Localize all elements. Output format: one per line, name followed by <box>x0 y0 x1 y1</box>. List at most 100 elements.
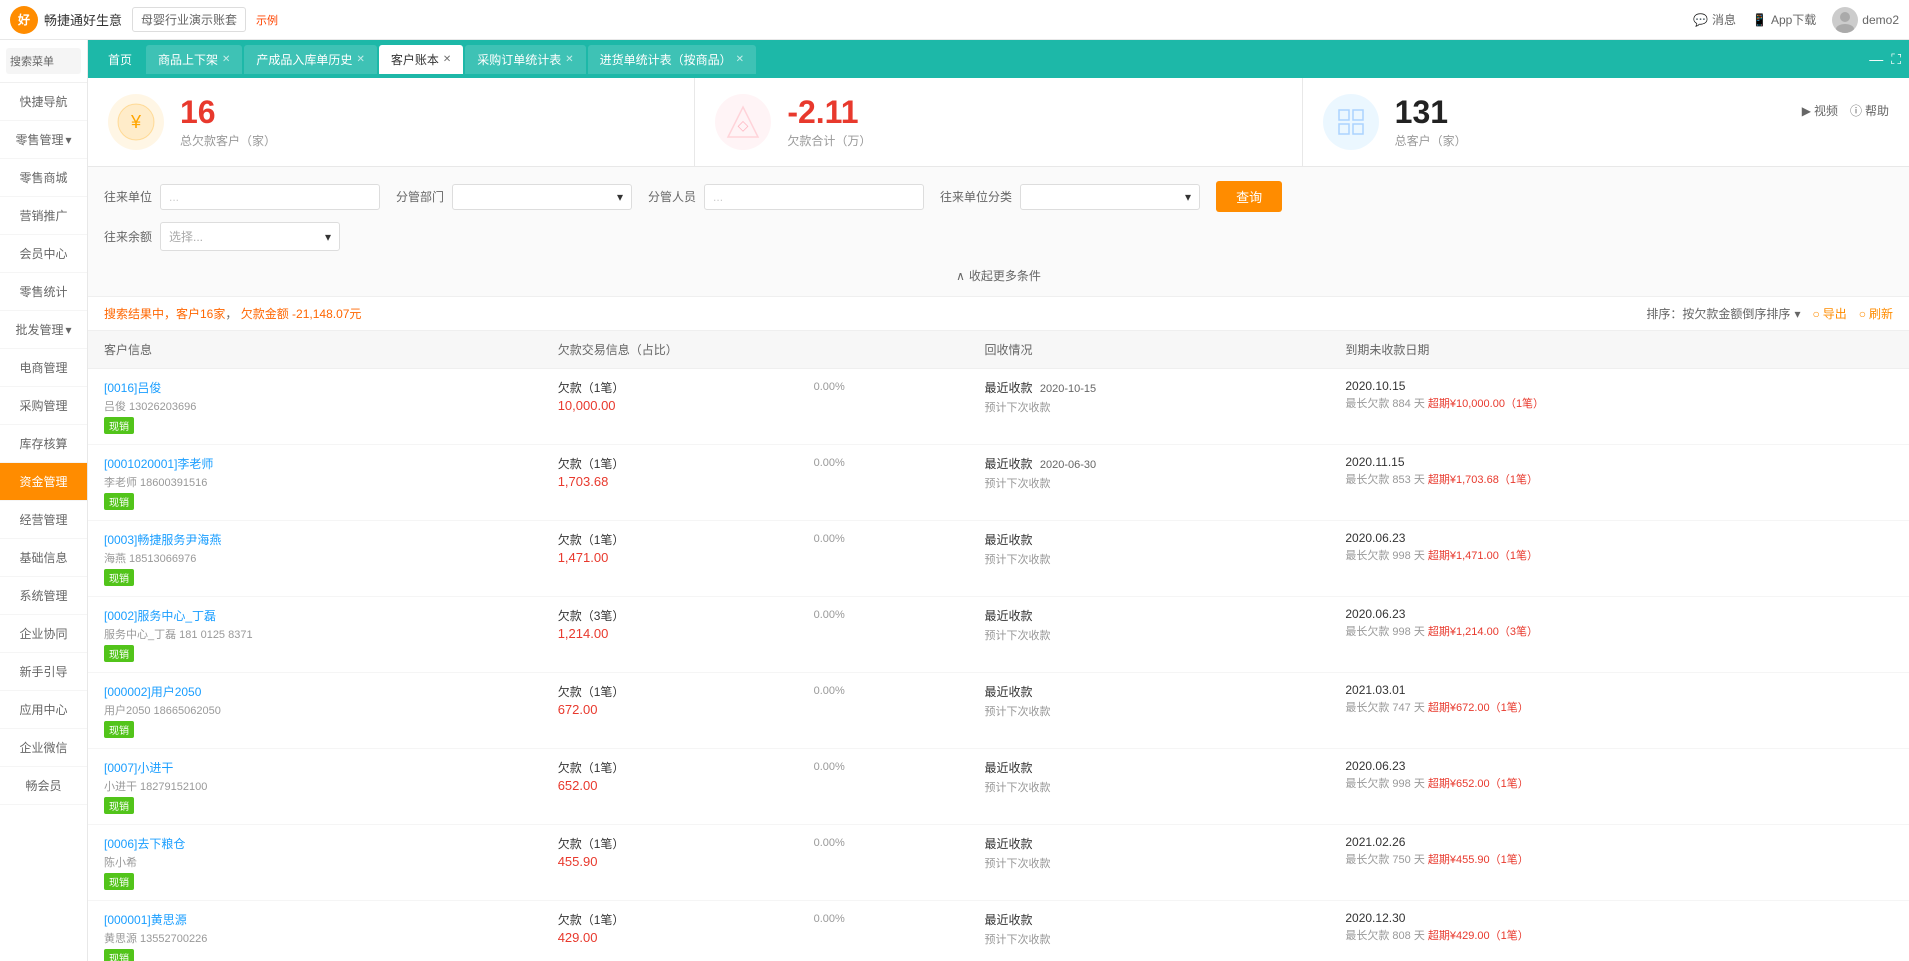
overdue-link-1[interactable]: 超期¥1,703.68（1笔） <box>1428 474 1538 486</box>
customer-tag-3: 现销 <box>104 645 134 662</box>
tab-finished-goods[interactable]: 产成品入库单历史 ✕ <box>244 45 376 74</box>
sidebar-item-retail-stats[interactable]: 零售统计 <box>0 273 87 311</box>
sidebar-item-member-center[interactable]: 会员中心 <box>0 235 87 273</box>
customer-name-link-6[interactable]: [0006]去下粮仓 <box>104 837 185 851</box>
tab-home[interactable]: 首页 <box>96 45 144 74</box>
stat-label-total: 总客户（家） <box>1395 132 1467 149</box>
tab-close-2[interactable]: ✕ <box>356 54 364 65</box>
customer-name-link-0[interactable]: [0016]吕俊 <box>104 381 161 395</box>
debt-amount-2[interactable]: 1,471.00 <box>558 550 774 565</box>
overdue-link-6[interactable]: 超期¥455.90（1笔） <box>1428 854 1529 866</box>
tab-close-4[interactable]: ✕ <box>565 54 573 65</box>
debt-amount-0[interactable]: 10,000.00 <box>558 398 774 413</box>
sidebar-item-wholesale-mgmt[interactable]: 批发管理 ▾ <box>0 311 87 349</box>
cell-recovery-1: 最近收款 2020-06-30 预计下次收款 <box>969 445 1330 521</box>
overdue-link-7[interactable]: 超期¥429.00（1笔） <box>1428 930 1529 942</box>
debt-amount-1[interactable]: 1,703.68 <box>558 474 774 489</box>
customer-name-link-7[interactable]: [000001]黄思源 <box>104 913 187 927</box>
sidebar-search-btn[interactable]: 搜索菜单 <box>6 48 81 74</box>
debt-count-3: 欠款（3笔） <box>558 607 774 624</box>
sort-selector[interactable]: 排序：按欠款金额倒序排序 ▾ <box>1646 305 1800 322</box>
overdue-info-6: 最长欠款 750 天 超期¥455.90（1笔） <box>1345 851 1893 867</box>
customer-name-link-5[interactable]: [0007]小进干 <box>104 761 173 775</box>
help-link[interactable]: ⓘ 帮助 <box>1850 102 1889 119</box>
customer-phone-1: 李老师 18600391516 <box>104 474 526 490</box>
filter-input-unit[interactable]: ... <box>160 184 380 210</box>
debt-pct-0: 0.00% <box>814 381 845 393</box>
filter-input-person[interactable]: ... <box>704 184 924 210</box>
due-date-5: 2020.06.23 <box>1345 759 1893 773</box>
logo-icon: 好 <box>10 6 38 34</box>
tab-purchase-stats[interactable]: 进货单统计表（按商品） ✕ <box>588 45 756 74</box>
message-btn[interactable]: 💬 消息 <box>1693 11 1736 28</box>
customer-name-link-3[interactable]: [0002]服务中心_丁磊 <box>104 609 216 623</box>
customer-name-link-4[interactable]: [000002]用户2050 <box>104 685 201 699</box>
tab-purchase-order[interactable]: 采购订单统计表 ✕ <box>465 45 585 74</box>
video-link[interactable]: ▶ 视频 <box>1802 102 1838 119</box>
chevron-down-balance: ▾ <box>325 230 331 244</box>
chevron-up-icon: ∧ <box>956 269 965 283</box>
due-date-0: 2020.10.15 <box>1345 379 1893 393</box>
debt-amount-3[interactable]: 1,214.00 <box>558 626 774 641</box>
export-btn[interactable]: ○ 导出 <box>1812 305 1846 322</box>
th-debt-info: 欠款交易信息（占比） <box>542 331 969 369</box>
next-collect-0: 预计下次收款 <box>985 399 1314 415</box>
filter-row-2: 往来余额 选择... ▾ <box>104 222 1893 251</box>
tab-product-listing[interactable]: 商品上下架 ✕ <box>146 45 242 74</box>
overdue-link-2[interactable]: 超期¥1,471.00（1笔） <box>1428 550 1538 562</box>
debt-amount-4[interactable]: 672.00 <box>558 702 774 717</box>
sidebar-item-enterprise[interactable]: 企业协同 <box>0 615 87 653</box>
overdue-link-5[interactable]: 超期¥652.00（1笔） <box>1428 778 1529 790</box>
stat-label-total-debt: 欠款合计（万） <box>787 132 871 149</box>
tab-customer-ledger[interactable]: 客户账本 ✕ <box>379 45 463 74</box>
cell-recovery-3: 最近收款 预计下次收款 <box>969 597 1330 673</box>
tab-minimize-btn[interactable]: — <box>1869 51 1883 68</box>
search-button[interactable]: 查询 <box>1216 181 1282 212</box>
collapse-btn[interactable]: ∧ 收起更多条件 <box>104 261 1893 290</box>
tab-close-1[interactable]: ✕ <box>222 54 230 65</box>
sidebar-item-guide[interactable]: 新手引导 <box>0 653 87 691</box>
sidebar-item-purchase-mgmt[interactable]: 采购管理 <box>0 387 87 425</box>
store-selector[interactable]: 母婴行业演示账套 <box>132 7 246 32</box>
sidebar-item-retail-mgmt[interactable]: 零售管理 ▾ <box>0 121 87 159</box>
sidebar-item-basic-info[interactable]: 基础信息 <box>0 539 87 577</box>
overdue-link-4[interactable]: 超期¥672.00（1笔） <box>1428 702 1529 714</box>
demo-link[interactable]: 示例 <box>256 12 278 28</box>
sidebar-item-operations[interactable]: 经营管理 <box>0 501 87 539</box>
cell-debt-info-2: 欠款（1笔） 1,471.00 <box>542 521 790 597</box>
tab-maximize-btn[interactable]: ⛶ <box>1891 51 1901 68</box>
sidebar-item-retail-store[interactable]: 零售商城 <box>0 159 87 197</box>
overdue-link-0[interactable]: 超期¥10,000.00（1笔） <box>1428 398 1544 410</box>
due-date-2: 2020.06.23 <box>1345 531 1893 545</box>
sidebar-item-inventory[interactable]: 库存核算 <box>0 425 87 463</box>
filter-select-balance[interactable]: 选择... ▾ <box>160 222 340 251</box>
sidebar-item-vip[interactable]: 畅会员 <box>0 767 87 805</box>
customer-phone-0: 吕俊 13026203696 <box>104 398 526 414</box>
app-download-btn[interactable]: 📱 App下载 <box>1752 11 1816 28</box>
cell-debt-info-5: 欠款（1笔） 652.00 <box>542 749 790 825</box>
debt-amount-6[interactable]: 455.90 <box>558 854 774 869</box>
sidebar-item-finance[interactable]: 资金管理 <box>0 463 87 501</box>
refresh-btn[interactable]: ○ 刷新 <box>1859 305 1893 322</box>
debt-amount-7[interactable]: 429.00 <box>558 930 774 945</box>
customer-name-link-2[interactable]: [0003]畅捷服务尹海燕 <box>104 533 221 547</box>
sidebar-item-ecommerce[interactable]: 电商管理 <box>0 349 87 387</box>
refresh-icon: ○ <box>1859 307 1866 321</box>
sidebar-item-quick-nav[interactable]: 快捷导航 <box>0 83 87 121</box>
sidebar-item-wechat-work[interactable]: 企业微信 <box>0 729 87 767</box>
debt-amount-5[interactable]: 652.00 <box>558 778 774 793</box>
debt-count-0: 欠款（1笔） <box>558 379 774 396</box>
filter-select-dept[interactable]: ▾ <box>452 184 632 210</box>
chevron-down-icon: ▾ <box>65 133 71 147</box>
tab-close-3[interactable]: ✕ <box>443 54 451 65</box>
filter-select-class[interactable]: ▾ <box>1020 184 1200 210</box>
sidebar-item-marketing[interactable]: 营销推广 <box>0 197 87 235</box>
user-menu[interactable]: demo2 <box>1832 7 1899 33</box>
debt-pct-3: 0.00% <box>814 609 845 621</box>
overdue-link-3[interactable]: 超期¥1,214.00（3笔） <box>1428 626 1538 638</box>
customer-name-link-1[interactable]: [0001020001]李老师 <box>104 457 213 471</box>
tab-close-5[interactable]: ✕ <box>736 54 744 65</box>
sidebar-item-app-center[interactable]: 应用中心 <box>0 691 87 729</box>
sidebar-item-system[interactable]: 系统管理 <box>0 577 87 615</box>
overdue-info-1: 最长欠款 853 天 超期¥1,703.68（1笔） <box>1345 471 1893 487</box>
